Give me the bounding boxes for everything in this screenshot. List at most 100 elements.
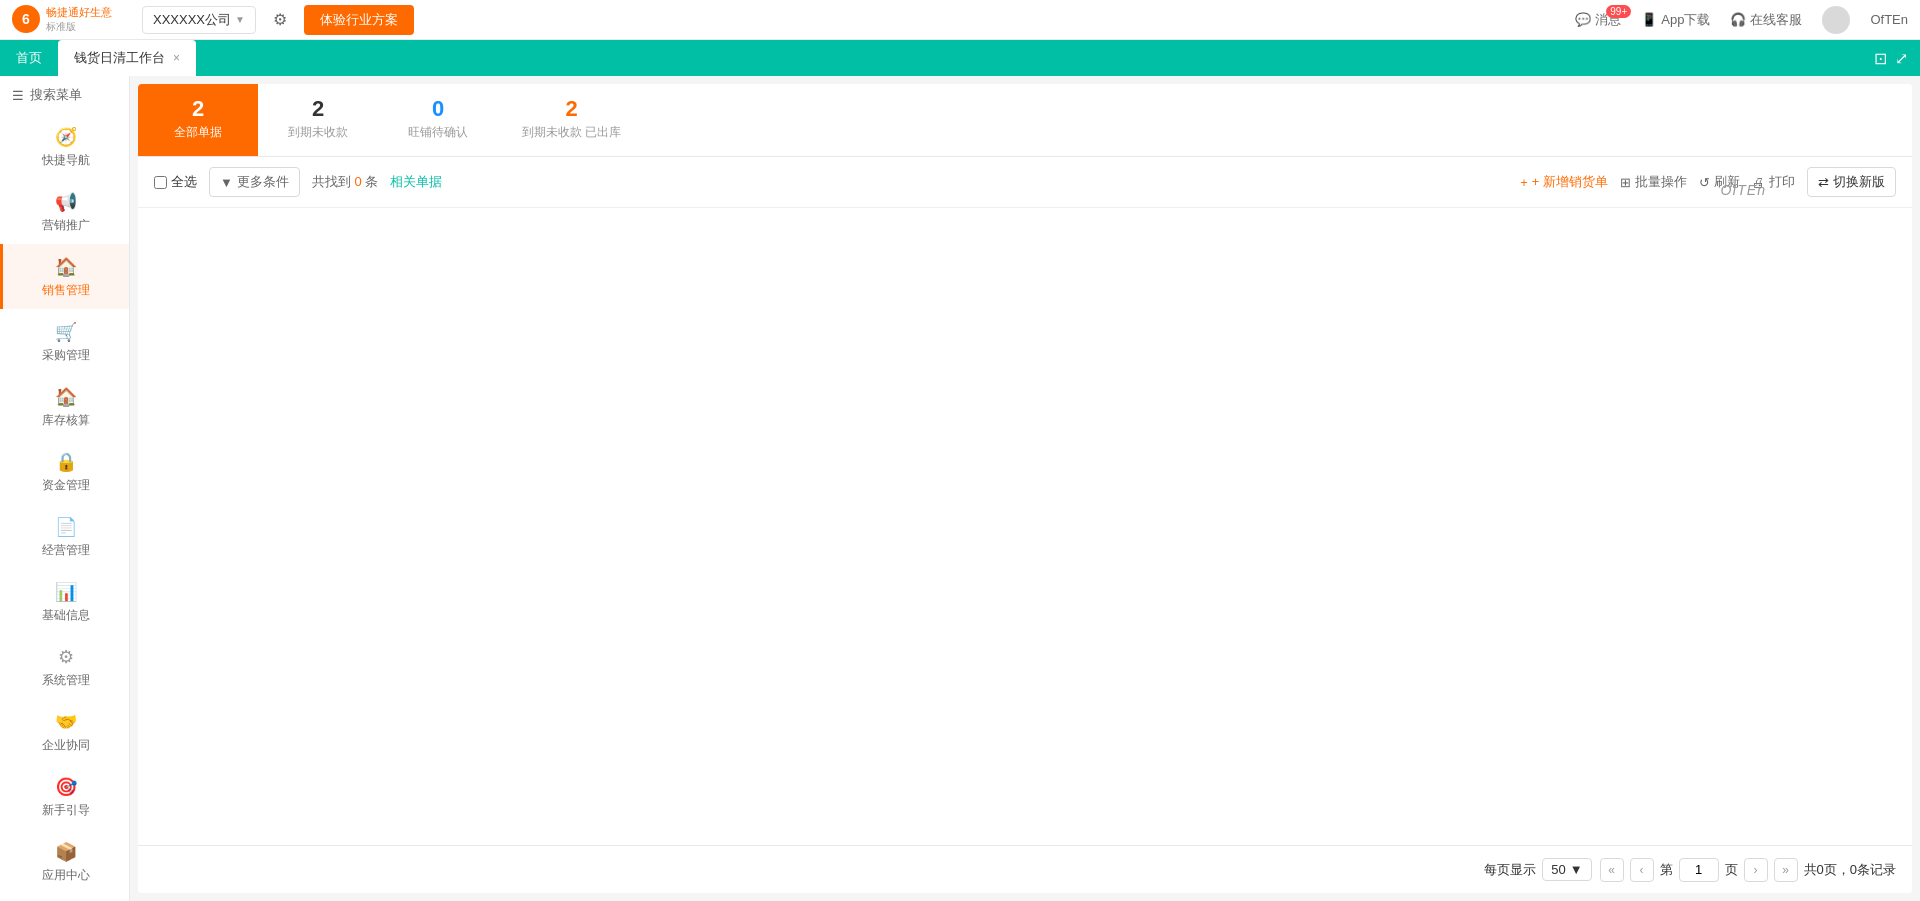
basic-info-label: 基础信息 — [42, 607, 90, 624]
logo-sub: 标准版 — [46, 20, 112, 34]
guide-icon: 🎯 — [55, 776, 77, 798]
toolbar: 全选 ▼ 更多条件 共找到 0 条 相关单据 + — [138, 157, 1912, 208]
tab-home[interactable]: 首页 — [0, 40, 58, 76]
stats-tab-all-label: 全部单据 — [174, 124, 222, 141]
messages-button[interactable]: 💬 消息 99+ — [1575, 11, 1621, 29]
sidebar-item-wechat[interactable]: 💬 企业微信 — [0, 894, 129, 901]
quick-nav-icon: 🧭 — [55, 126, 77, 148]
table-area — [138, 208, 1912, 845]
page-nav: « ‹ 第 页 › » 共0页，0条记录 — [1600, 858, 1896, 882]
toolbar-right: + + 新增销货单 ⊞ 批量操作 ↺ 刷新 🖨 打印 — [1520, 167, 1896, 197]
tab-workbench[interactable]: 钱货日清工作台 × — [58, 40, 196, 76]
add-order-button[interactable]: + + 新增销货单 — [1520, 173, 1608, 191]
finance-icon: 🔒 — [55, 451, 77, 473]
first-page-button[interactable]: « — [1600, 858, 1624, 882]
sidebar-item-guide[interactable]: 🎯 新手引导 — [0, 764, 129, 829]
page-input[interactable] — [1679, 858, 1719, 882]
stats-tab-overdue-count: 2 — [312, 96, 324, 122]
sidebar-item-enterprise[interactable]: 🤝 企业协同 — [0, 699, 129, 764]
next-page-button[interactable]: › — [1744, 858, 1768, 882]
page-size-select: 每页显示 50 ▼ — [1484, 858, 1591, 881]
tab-expand-button[interactable]: ⤢ — [1895, 49, 1908, 68]
avatar[interactable] — [1822, 6, 1850, 34]
online-service-label: 在线客服 — [1750, 11, 1802, 29]
filter-label: 更多条件 — [237, 173, 289, 191]
tab-close-button[interactable]: × — [173, 51, 180, 65]
online-service-button[interactable]: 🎧 在线客服 — [1730, 11, 1802, 29]
sidebar-item-app-center[interactable]: 📦 应用中心 — [0, 829, 129, 894]
sidebar-item-basic-info[interactable]: 📊 基础信息 — [0, 569, 129, 634]
tab-bar-actions: ⊡ ⤢ — [1874, 49, 1920, 68]
switch-version-button[interactable]: ⇄ 切换新版 — [1807, 167, 1896, 197]
often-tag: OfTEn — [1721, 182, 1766, 198]
enterprise-icon: 🤝 — [55, 711, 77, 733]
app-download-button[interactable]: 📱 App下载 — [1641, 11, 1710, 29]
select-all-input[interactable] — [154, 176, 167, 189]
content-area: 2 全部单据 2 到期未收款 0 旺铺待确认 2 到期未收款 已出库 — [130, 76, 1920, 901]
batch-operation-button[interactable]: ⊞ 批量操作 — [1620, 173, 1687, 191]
last-page-button[interactable]: » — [1774, 858, 1798, 882]
select-all-label: 全选 — [171, 173, 197, 191]
marketing-label: 营销推广 — [42, 217, 90, 234]
stats-tab-all[interactable]: 2 全部单据 — [138, 84, 258, 156]
refresh-icon: ↺ — [1699, 175, 1710, 190]
sidebar: ☰ 搜索菜单 🧭 快捷导航 📢 营销推广 🏠 销售管理 🛒 采购管理 🏠 库存核… — [0, 76, 130, 901]
prev-page-button[interactable]: ‹ — [1630, 858, 1654, 882]
logo-icon: 6 — [12, 5, 40, 33]
print-label: 打印 — [1769, 173, 1795, 191]
content-inner: 2 全部单据 2 到期未收款 0 旺铺待确认 2 到期未收款 已出库 — [138, 84, 1912, 893]
count-unit: 条 — [365, 174, 378, 189]
guide-label: 新手引导 — [42, 802, 90, 819]
sidebar-item-marketing[interactable]: 📢 营销推广 — [0, 179, 129, 244]
pagination-bar: 每页显示 50 ▼ « ‹ 第 页 › » 共0页，0条记录 — [138, 845, 1912, 893]
company-selector[interactable]: XXXXXX公司 ▼ — [142, 6, 256, 34]
inventory-label: 库存核算 — [42, 412, 90, 429]
sidebar-item-finance[interactable]: 🔒 资金管理 — [0, 439, 129, 504]
sidebar-item-operation[interactable]: 📄 经营管理 — [0, 504, 129, 569]
logo-text: 畅捷通好生意 — [46, 5, 112, 19]
stats-tab-shipped-label: 到期未收款 已出库 — [522, 124, 621, 141]
download-icon: 📱 — [1641, 12, 1657, 27]
stats-tab-all-count: 2 — [192, 96, 204, 122]
stats-tab-wangpu[interactable]: 0 旺铺待确认 — [378, 84, 498, 156]
sidebar-item-purchase[interactable]: 🛒 采购管理 — [0, 309, 129, 374]
filter-button[interactable]: ▼ 更多条件 — [209, 167, 300, 197]
system-icon: ⚙ — [58, 646, 74, 668]
filter-icon: ▼ — [220, 175, 233, 190]
company-name: XXXXXX公司 — [153, 11, 231, 29]
select-all-checkbox[interactable]: 全选 — [154, 173, 197, 191]
sidebar-item-quick-nav[interactable]: 🧭 快捷导航 — [0, 114, 129, 179]
message-icon: 💬 — [1575, 12, 1591, 27]
stats-tab-shipped-count: 2 — [566, 96, 578, 122]
enterprise-label: 企业协同 — [42, 737, 90, 754]
tab-minimize-button[interactable]: ⊡ — [1874, 49, 1887, 68]
sales-icon: 🏠 — [55, 256, 77, 278]
experience-button[interactable]: 体验行业方案 — [304, 5, 414, 35]
app-center-icon: 📦 — [55, 841, 77, 863]
count-info: 共找到 0 条 — [312, 173, 378, 191]
search-menu[interactable]: ☰ 搜索菜单 — [0, 76, 129, 114]
stats-tabs: 2 全部单据 2 到期未收款 0 旺铺待确认 2 到期未收款 已出库 — [138, 84, 1912, 157]
search-menu-label: 搜索菜单 — [30, 86, 82, 104]
purchase-label: 采购管理 — [42, 347, 90, 364]
switch-icon: ⇄ — [1818, 175, 1829, 190]
operation-icon: 📄 — [55, 516, 77, 538]
top-header: 6 畅捷通好生意 标准版 XXXXXX公司 ▼ ⚙ 体验行业方案 💬 消息 99… — [0, 0, 1920, 40]
search-icon: ☰ — [12, 88, 24, 103]
sidebar-item-sales[interactable]: 🏠 销售管理 — [0, 244, 129, 309]
stats-tab-overdue[interactable]: 2 到期未收款 — [258, 84, 378, 156]
stats-tab-wangpu-label: 旺铺待确认 — [408, 124, 468, 141]
tab-home-label: 首页 — [16, 49, 42, 67]
stats-tab-shipped[interactable]: 2 到期未收款 已出库 — [498, 84, 645, 156]
toolbar-left: 全选 ▼ 更多条件 共找到 0 条 相关单据 — [154, 167, 442, 197]
switch-label: 切换新版 — [1833, 173, 1885, 191]
sidebar-item-system[interactable]: ⚙ 系统管理 — [0, 634, 129, 699]
sidebar-item-inventory[interactable]: 🏠 库存核算 — [0, 374, 129, 439]
add-label: + 新增销货单 — [1532, 173, 1608, 191]
batch-label: 批量操作 — [1635, 173, 1687, 191]
related-orders-link[interactable]: 相关单据 — [390, 173, 442, 191]
count-prefix: 共找到 — [312, 174, 351, 189]
per-page-selector[interactable]: 50 ▼ — [1542, 858, 1591, 881]
settings-button[interactable]: ⚙ — [266, 6, 294, 34]
add-icon: + — [1520, 175, 1528, 190]
